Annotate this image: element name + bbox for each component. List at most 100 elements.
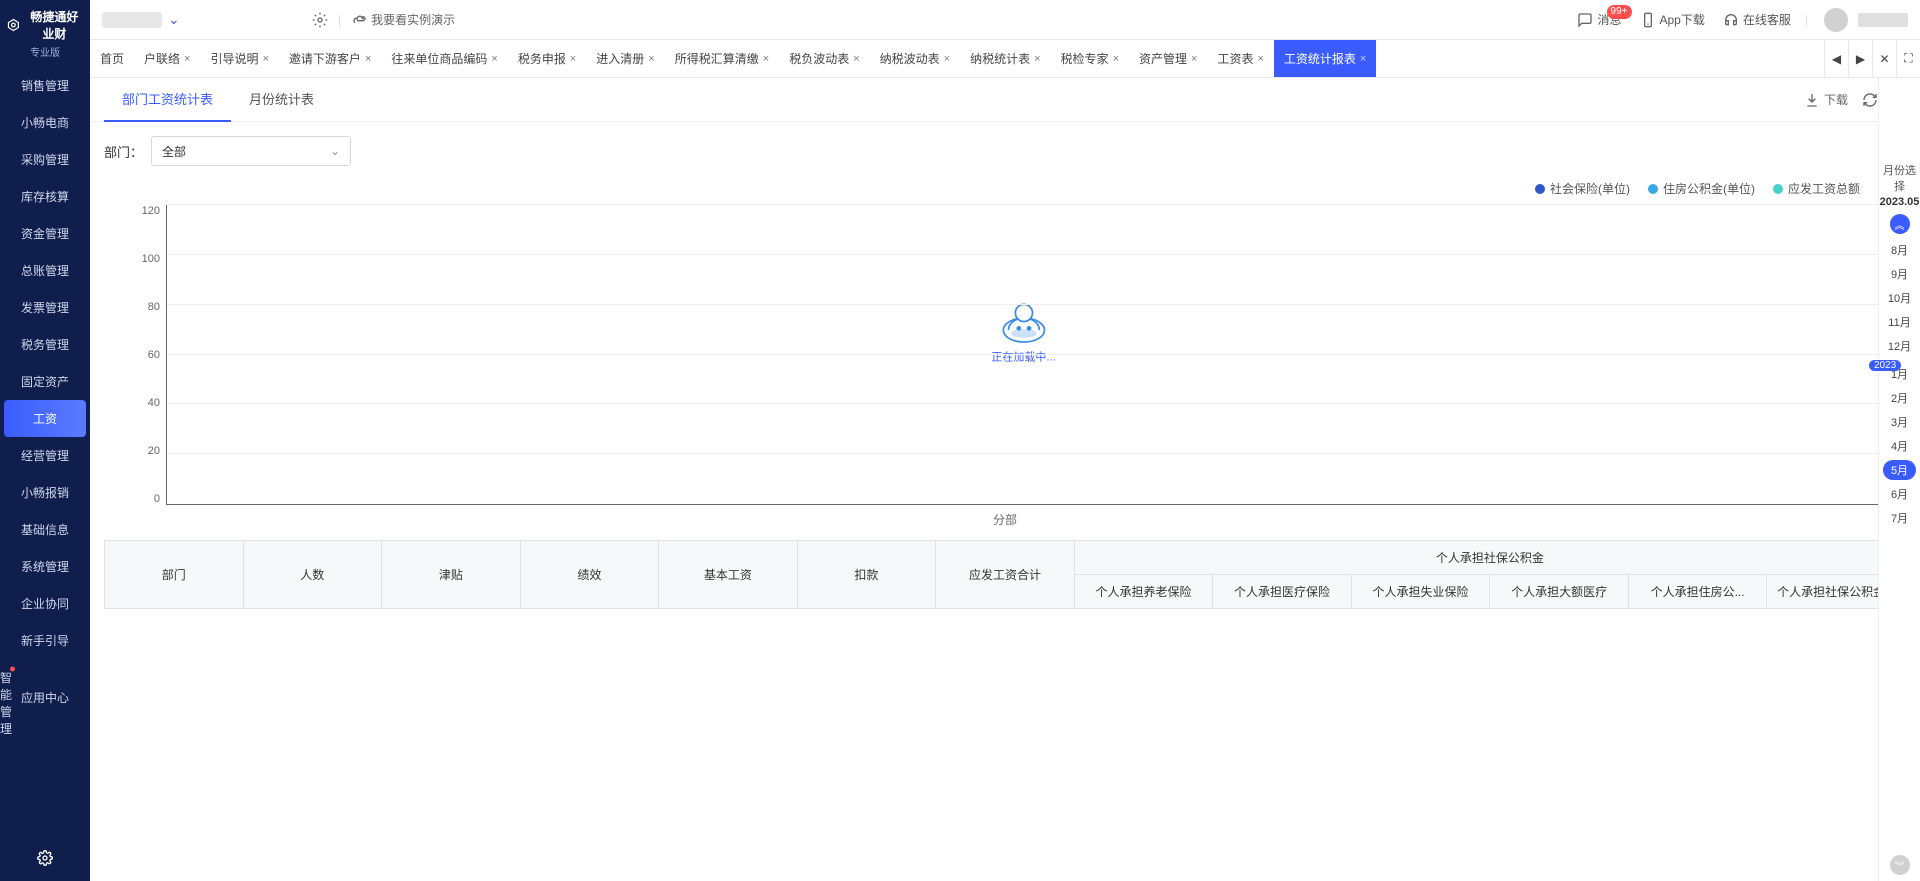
tab[interactable]: 税检专家× (1051, 40, 1129, 77)
tab-label: 进入清册 (596, 50, 644, 67)
month-option[interactable]: 9月 (1887, 264, 1912, 284)
close-icon[interactable]: × (1360, 53, 1366, 65)
table-header: 绩效 (520, 541, 659, 609)
content: 部门工资统计表月份统计表 下载 刷新 部门： 全部 ⌄ 社 (90, 78, 1920, 881)
tab[interactable]: 税务申报× (508, 40, 586, 77)
close-icon[interactable]: × (1113, 53, 1119, 65)
table-subheader: 个人承担大额医疗 (1490, 575, 1629, 609)
ytick: 0 (154, 493, 160, 505)
nav-item[interactable]: 小畅电商 (0, 104, 90, 141)
tab[interactable]: 资产管理 × (1129, 40, 1207, 77)
fullscreen-button[interactable]: ⛶ (1896, 40, 1920, 77)
tab-label: 首页 (100, 50, 124, 67)
tabs-scroll: 首页户联络×引导说明×邀请下游客户×往来单位商品编码×税务申报×进入清册×所得税… (90, 40, 1824, 77)
legend-dot-icon (1535, 184, 1545, 194)
tab[interactable]: 引导说明× (200, 40, 278, 77)
month-picker-up-button[interactable]: ︽ (1890, 214, 1910, 234)
month-option[interactable]: 4月 (1887, 436, 1912, 456)
company-selector[interactable]: ⌄ (102, 11, 302, 28)
department-select[interactable]: 全部 ⌄ (151, 136, 351, 166)
tab-label: 纳税统计表 (970, 50, 1030, 67)
legend-item[interactable]: 应发工资总额 (1773, 180, 1860, 197)
nav-item[interactable]: 新手引导 (0, 622, 90, 659)
month-option[interactable]: 5月 (1883, 460, 1916, 480)
chevron-down-icon: ⌄ (168, 11, 180, 28)
tab[interactable]: 税负波动表× (779, 40, 869, 77)
avatar[interactable] (1824, 8, 1848, 32)
tab[interactable]: 户联络× (134, 40, 200, 77)
legend-item[interactable]: 住房公积金(单位) (1648, 180, 1755, 197)
tab[interactable]: 首页 (90, 40, 134, 77)
tab[interactable]: 往来单位商品编码× (381, 40, 507, 77)
nav-item[interactable]: 税务管理 (0, 326, 90, 363)
month-option[interactable]: 8月 (1887, 240, 1912, 260)
message-icon (1577, 12, 1593, 28)
close-icon[interactable]: × (1034, 53, 1040, 65)
tab[interactable]: 进入清册 × (586, 40, 664, 77)
tabs-prev-button[interactable]: ◀ (1824, 40, 1848, 77)
subtab[interactable]: 部门工资统计表 (104, 78, 231, 122)
month-picker-current: 2023.05 (1880, 196, 1920, 208)
legend-item[interactable]: 社会保险(单位) (1535, 180, 1630, 197)
nav-item[interactable]: 发票管理 (0, 289, 90, 326)
tab-label: 资产管理 (1139, 50, 1187, 67)
close-icon[interactable]: × (648, 53, 654, 65)
nav-item[interactable]: 基础信息 (0, 511, 90, 548)
nav-item[interactable]: 小畅报销 (0, 474, 90, 511)
tabs-next-button[interactable]: ▶ (1848, 40, 1872, 77)
month-option[interactable]: 3月 (1887, 412, 1912, 432)
download-button[interactable]: 下载 (1804, 91, 1848, 108)
close-icon[interactable]: × (763, 53, 769, 65)
close-icon[interactable]: × (491, 53, 497, 65)
month-option[interactable]: 2月 (1887, 388, 1912, 408)
subtabs: 部门工资统计表月份统计表 (104, 78, 332, 122)
tab[interactable]: 邀请下游客户× (279, 40, 381, 77)
nav-item[interactable]: 库存核算 (0, 178, 90, 215)
nav-item[interactable]: 应用中心 (0, 679, 90, 716)
tabs-close-button[interactable]: ✕ (1872, 40, 1896, 77)
nav-item[interactable]: 固定资产 (0, 363, 90, 400)
tab-bar: 首页户联络×引导说明×邀请下游客户×往来单位商品编码×税务申报×进入清册×所得税… (90, 40, 1920, 78)
month-picker-down-button[interactable]: ︾ (1890, 855, 1910, 875)
close-icon[interactable]: × (365, 53, 371, 65)
nav-item[interactable]: 智能管理 (0, 659, 10, 679)
month-option[interactable]: 11月 (1884, 312, 1914, 332)
cloud-icon (351, 12, 367, 28)
month-option[interactable]: 6月 (1887, 484, 1912, 504)
tab[interactable]: 工资表× (1207, 40, 1273, 77)
nav-footer-settings[interactable] (0, 838, 90, 881)
close-icon[interactable]: × (570, 53, 576, 65)
nav-item[interactable]: 经营管理 (0, 437, 90, 474)
nav-item[interactable]: 采购管理 (0, 141, 90, 178)
close-icon[interactable]: × (1257, 53, 1263, 65)
nav-item[interactable]: 总账管理 (0, 252, 90, 289)
month-option[interactable]: 7月 (1887, 508, 1912, 528)
tab[interactable]: 工资统计报表× (1274, 40, 1376, 77)
tab[interactable]: 纳税统计表 × (960, 40, 1050, 77)
nav-item[interactable]: 工资 (4, 400, 86, 437)
close-icon[interactable]: × (1191, 53, 1197, 65)
month-picker-title: 月份选择 (1879, 156, 1920, 196)
nav-item[interactable]: 销售管理 (0, 67, 90, 104)
table-header: 扣款 (797, 541, 936, 609)
close-icon[interactable]: × (853, 53, 859, 65)
nav-item[interactable]: 企业协同 (0, 585, 90, 622)
demo-link[interactable]: 我要看实例演示 (351, 11, 455, 28)
salary-table: 部门人数津贴绩效基本工资扣款应发工资合计个人承担社保公积金个人承担养老保险个人承… (104, 540, 1906, 609)
close-icon[interactable]: × (184, 53, 190, 65)
month-option[interactable]: 12月 (1884, 336, 1915, 356)
tab[interactable]: 纳税波动表× (870, 40, 960, 77)
gridline (167, 304, 1880, 305)
close-icon[interactable]: × (944, 53, 950, 65)
gear-icon[interactable] (312, 12, 328, 28)
app-download-label: App下载 (1660, 11, 1705, 28)
app-download-button[interactable]: App下载 (1636, 11, 1709, 28)
customer-service-button[interactable]: 在线客服 (1719, 11, 1795, 28)
messages-button[interactable]: 消息 99+ (1573, 11, 1625, 28)
subtab[interactable]: 月份统计表 (231, 78, 332, 122)
nav-item[interactable]: 资金管理 (0, 215, 90, 252)
nav-item[interactable]: 系统管理 (0, 548, 90, 585)
tab[interactable]: 所得税汇算清缴× (665, 40, 779, 77)
close-icon[interactable]: × (262, 53, 268, 65)
month-option[interactable]: 10月 (1884, 288, 1915, 308)
